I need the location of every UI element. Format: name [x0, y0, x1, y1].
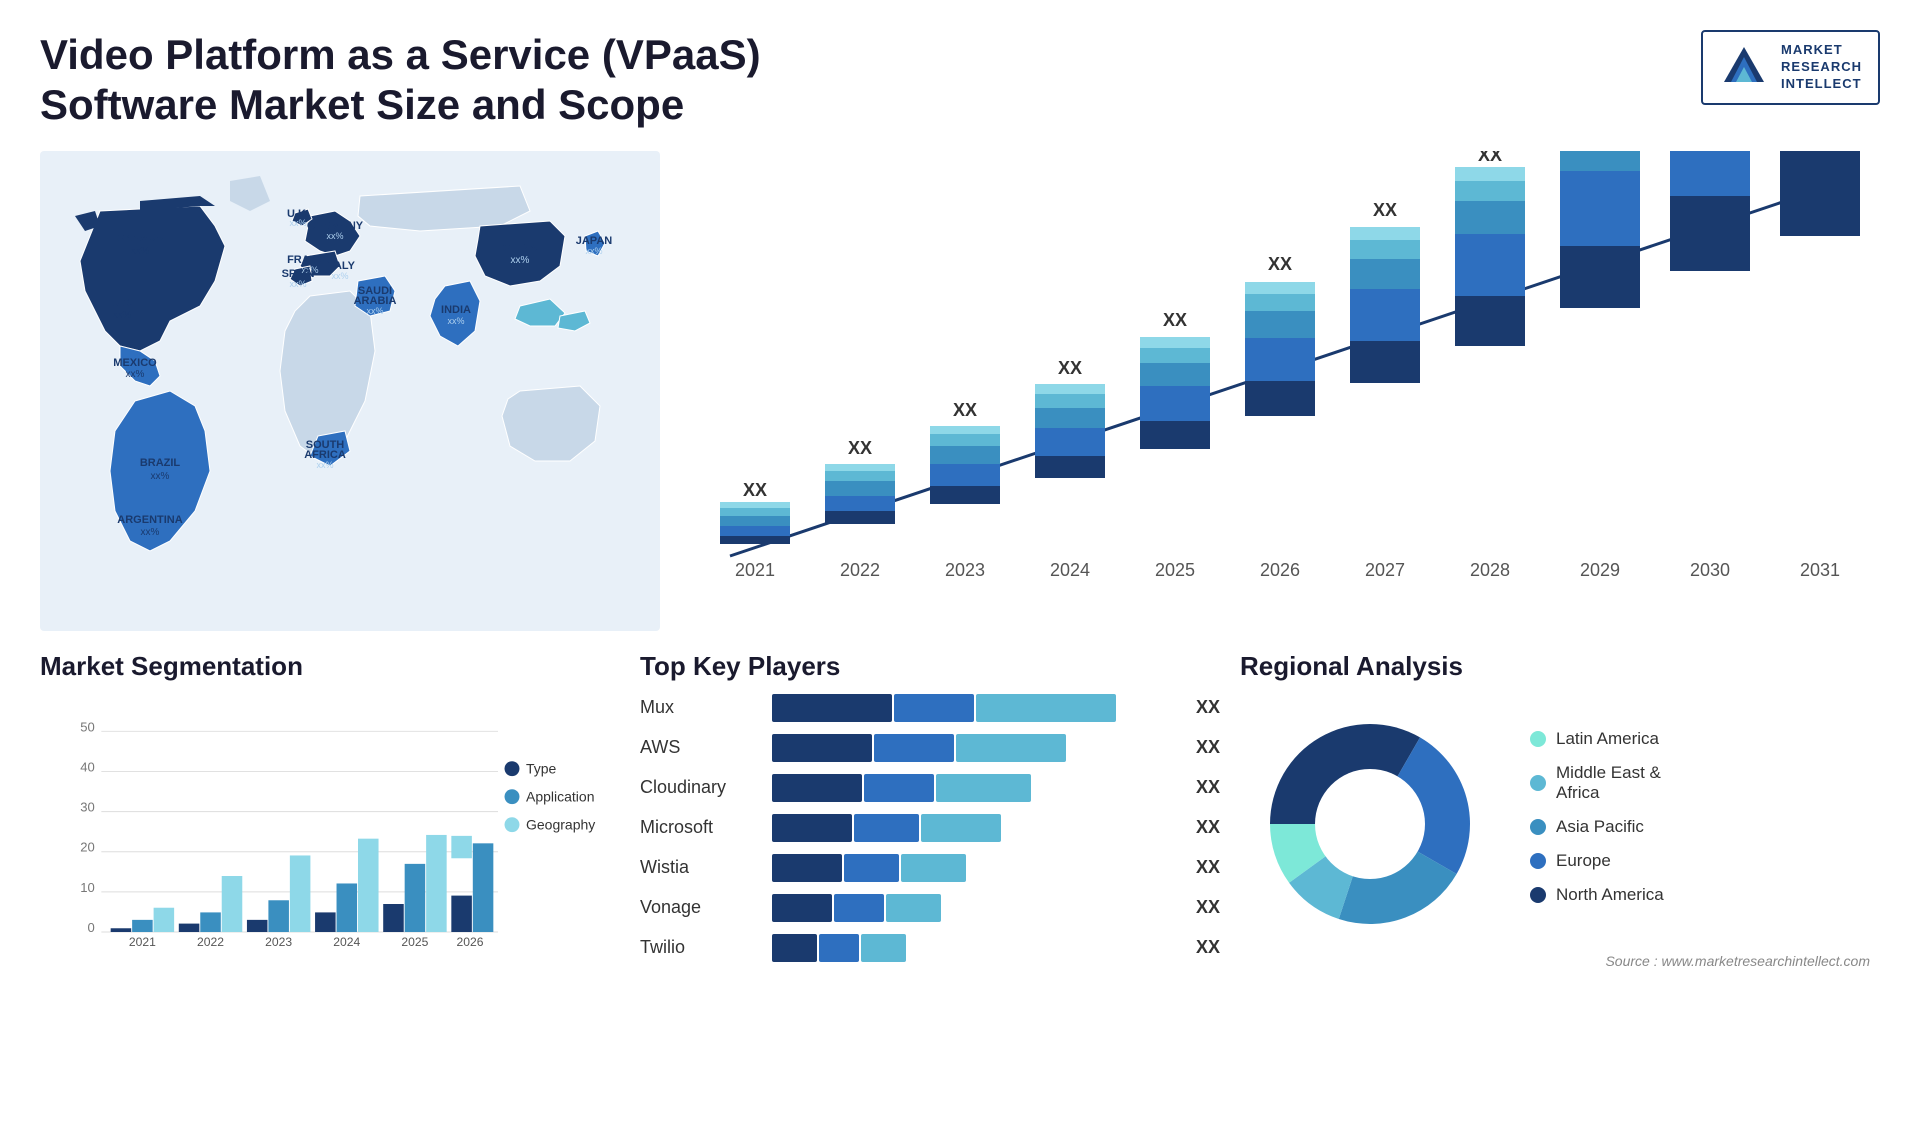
svg-text:2022: 2022: [197, 935, 224, 949]
svg-text:10: 10: [80, 880, 95, 895]
svg-text:2025: 2025: [1155, 560, 1195, 580]
list-item: Wistia XX: [640, 854, 1220, 882]
svg-text:2026: 2026: [457, 935, 484, 949]
donut-chart: [1240, 694, 1500, 954]
players-list: Mux XX AWS: [640, 694, 1220, 962]
segmentation-chart: 0 10 20 30 40 50 60: [40, 694, 620, 974]
key-players-title: Top Key Players: [640, 651, 1220, 682]
page-container: Video Platform as a Service (VPaaS) Soft…: [0, 0, 1920, 1146]
svg-text:XX: XX: [1058, 358, 1082, 378]
map-section: CANADA xx% U.S. xx% MEXICO xx% BRAZIL xx…: [40, 151, 660, 631]
svg-text:XX: XX: [953, 400, 977, 420]
svg-text:2027: 2027: [1365, 560, 1405, 580]
logo-icon: [1719, 42, 1769, 92]
list-item: Twilio XX: [640, 934, 1220, 962]
svg-text:2026: 2026: [1260, 560, 1300, 580]
svg-text:2031: 2031: [1800, 560, 1840, 580]
svg-text:xx%: xx%: [447, 316, 464, 326]
logo-text: MARKET RESEARCH INTELLECT: [1781, 42, 1862, 93]
svg-text:20: 20: [80, 840, 95, 855]
segmentation-title: Market Segmentation: [40, 651, 620, 682]
list-item: Vonage XX: [640, 894, 1220, 922]
legend-item: North America: [1530, 885, 1664, 905]
svg-text:xx%: xx%: [331, 271, 348, 281]
key-players-section: Top Key Players Mux XX AWS: [640, 651, 1220, 979]
world-map: CANADA xx% U.S. xx% MEXICO xx% BRAZIL xx…: [40, 151, 660, 631]
svg-text:2024: 2024: [1050, 560, 1090, 580]
svg-text:2023: 2023: [265, 935, 292, 949]
svg-text:MEXICO: MEXICO: [113, 357, 157, 369]
list-item: AWS XX: [640, 734, 1220, 762]
svg-text:xx%: xx%: [326, 231, 343, 241]
svg-text:50: 50: [80, 719, 95, 734]
regional-legend: Latin America Middle East &Africa Asia P…: [1530, 729, 1664, 919]
page-title: Video Platform as a Service (VPaaS) Soft…: [40, 30, 940, 131]
svg-text:2021: 2021: [735, 560, 775, 580]
legend-item: Latin America: [1530, 729, 1664, 749]
svg-text:xx%: xx%: [511, 255, 530, 266]
svg-text:2022: 2022: [840, 560, 880, 580]
source-text: Source : www.marketresearchintellect.com: [1605, 953, 1870, 969]
svg-text:xx%: xx%: [113, 310, 132, 321]
bottom-grid: Market Segmentation 0 10 20 30 40 50 60: [40, 651, 1880, 979]
svg-text:CHINA: CHINA: [503, 242, 538, 254]
bar-chart-section: XX 2021 XX 2022: [680, 151, 1880, 631]
list-item: Cloudinary XX: [640, 774, 1220, 802]
svg-text:XX: XX: [743, 480, 767, 500]
growth-bar-chart: XX 2021 XX 2022: [680, 151, 1880, 631]
logo: MARKET RESEARCH INTELLECT: [1701, 30, 1880, 105]
svg-text:xx%: xx%: [289, 279, 306, 289]
segmentation-section: Market Segmentation 0 10 20 30 40 50 60: [40, 651, 620, 979]
svg-text:40: 40: [80, 759, 95, 774]
svg-text:Geography: Geography: [526, 816, 595, 832]
list-item: Mux XX: [640, 694, 1220, 722]
svg-text:Type: Type: [526, 760, 557, 776]
svg-text:xx%: xx%: [289, 218, 306, 228]
svg-text:30: 30: [80, 799, 95, 814]
svg-text:2030: 2030: [1690, 560, 1730, 580]
svg-text:xx%: xx%: [151, 471, 170, 482]
svg-text:2029: 2029: [1580, 560, 1620, 580]
svg-text:Application: Application: [526, 788, 595, 804]
svg-text:XX: XX: [1373, 200, 1397, 220]
svg-text:2025: 2025: [401, 935, 428, 949]
svg-text:XX: XX: [1163, 310, 1187, 330]
svg-text:XX: XX: [1268, 254, 1292, 274]
svg-text:0: 0: [88, 920, 95, 935]
svg-text:XX: XX: [1478, 151, 1502, 165]
svg-text:xx%: xx%: [131, 246, 150, 257]
legend-item: Asia Pacific: [1530, 817, 1664, 837]
svg-text:BRAZIL: BRAZIL: [140, 457, 181, 469]
svg-text:XX: XX: [848, 438, 872, 458]
svg-text:xx%: xx%: [141, 527, 160, 538]
svg-text:xx%: xx%: [126, 369, 145, 380]
svg-text:2024: 2024: [333, 935, 360, 949]
svg-text:xx%: xx%: [366, 306, 383, 316]
regional-title: Regional Analysis: [1240, 651, 1880, 682]
svg-text:xx%: xx%: [585, 246, 602, 256]
svg-text:INDIA: INDIA: [441, 304, 471, 316]
svg-text:CANADA: CANADA: [116, 232, 164, 244]
regional-section: Regional Analysis: [1240, 651, 1880, 979]
legend-item: Middle East &Africa: [1530, 763, 1664, 803]
svg-text:2023: 2023: [945, 560, 985, 580]
legend-item: Europe: [1530, 851, 1664, 871]
regional-content: Latin America Middle East &Africa Asia P…: [1240, 694, 1880, 954]
svg-text:ARGENTINA: ARGENTINA: [117, 514, 182, 526]
header: Video Platform as a Service (VPaaS) Soft…: [40, 30, 1880, 131]
svg-text:2028: 2028: [1470, 560, 1510, 580]
svg-text:2021: 2021: [129, 935, 156, 949]
svg-text:xx%: xx%: [316, 460, 333, 470]
svg-text:U.S.: U.S.: [111, 297, 132, 309]
list-item: Microsoft XX: [640, 814, 1220, 842]
main-grid: CANADA xx% U.S. xx% MEXICO xx% BRAZIL xx…: [40, 151, 1880, 979]
